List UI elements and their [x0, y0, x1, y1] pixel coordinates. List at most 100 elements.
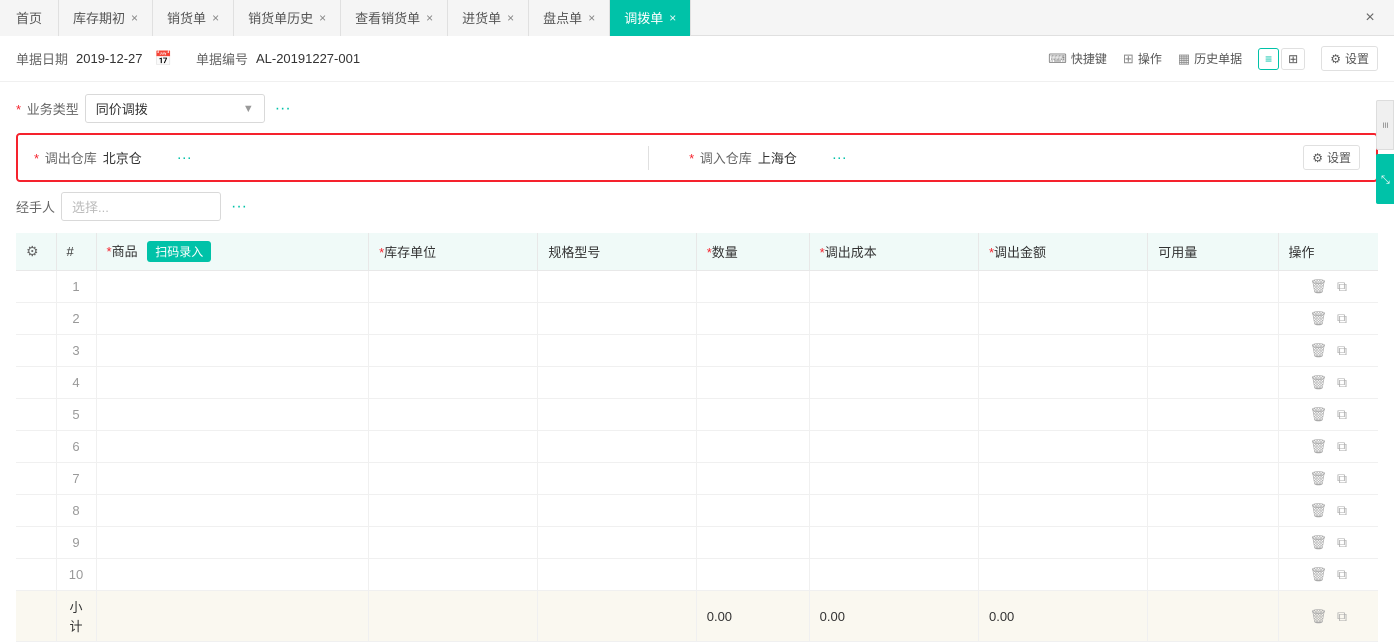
- td-unit[interactable]: [369, 527, 538, 559]
- td-available[interactable]: [1148, 271, 1278, 303]
- td-amount[interactable]: [978, 463, 1147, 495]
- business-type-select[interactable]: 同价调拨 ▼: [85, 94, 265, 123]
- td-qty[interactable]: [696, 303, 809, 335]
- calendar-icon[interactable]: 📅: [155, 50, 172, 67]
- td-cost[interactable]: [809, 559, 978, 591]
- td-qty[interactable]: [696, 367, 809, 399]
- td-spec[interactable]: [538, 463, 696, 495]
- td-amount[interactable]: [978, 559, 1147, 591]
- warehouse-in-more-icon[interactable]: ···: [832, 149, 847, 166]
- td-product[interactable]: [96, 271, 369, 303]
- row-delete-icon[interactable]: 🗑: [1310, 470, 1328, 487]
- row-delete-icon[interactable]: 🗑: [1310, 374, 1328, 391]
- warehouse-out-more-icon[interactable]: ···: [177, 149, 192, 166]
- td-spec[interactable]: [538, 527, 696, 559]
- td-qty[interactable]: [696, 495, 809, 527]
- layout-btn-list[interactable]: ≡: [1258, 48, 1279, 70]
- row-copy-icon[interactable]: ⧉: [1337, 534, 1347, 551]
- warehouse-settings-button[interactable]: ⚙ 设置: [1303, 145, 1360, 170]
- td-spec[interactable]: [538, 367, 696, 399]
- td-amount[interactable]: [978, 527, 1147, 559]
- td-product[interactable]: [96, 527, 369, 559]
- td-cost[interactable]: [809, 495, 978, 527]
- tab-sales-history[interactable]: 销货单历史 ×: [234, 0, 341, 36]
- row-copy-icon[interactable]: ⧉: [1337, 278, 1347, 295]
- row-copy-icon[interactable]: ⧉: [1337, 406, 1347, 423]
- td-available[interactable]: [1148, 495, 1278, 527]
- row-copy-icon[interactable]: ⧉: [1337, 310, 1347, 327]
- handler-select[interactable]: 选择...: [61, 192, 221, 221]
- close-window-button[interactable]: ×: [1354, 0, 1386, 36]
- td-qty[interactable]: [696, 431, 809, 463]
- tab-purchase[interactable]: 进货单 ×: [448, 0, 529, 36]
- row-copy-icon[interactable]: ⧉: [1337, 374, 1347, 391]
- subtotal-copy-icon[interactable]: ⧉: [1337, 608, 1347, 625]
- row-delete-icon[interactable]: 🗑: [1310, 278, 1328, 295]
- layout-btn-grid[interactable]: ⊞: [1281, 48, 1305, 70]
- close-tab-sales-order[interactable]: ×: [212, 11, 219, 25]
- td-qty[interactable]: [696, 399, 809, 431]
- tab-inventory[interactable]: 盘点单 ×: [529, 0, 610, 36]
- td-available[interactable]: [1148, 559, 1278, 591]
- td-product[interactable]: [96, 495, 369, 527]
- tab-sales-order[interactable]: 销货单 ×: [153, 0, 234, 36]
- td-cost[interactable]: [809, 335, 978, 367]
- td-unit[interactable]: [369, 463, 538, 495]
- table-settings-icon[interactable]: ⚙: [26, 243, 39, 259]
- td-product[interactable]: [96, 303, 369, 335]
- shortcut-action[interactable]: ⌨ 快捷键: [1048, 50, 1107, 67]
- row-copy-icon[interactable]: ⧉: [1337, 470, 1347, 487]
- td-qty[interactable]: [696, 559, 809, 591]
- td-spec[interactable]: [538, 399, 696, 431]
- td-unit[interactable]: [369, 271, 538, 303]
- td-spec[interactable]: [538, 303, 696, 335]
- td-amount[interactable]: [978, 431, 1147, 463]
- td-available[interactable]: [1148, 463, 1278, 495]
- td-available[interactable]: [1148, 335, 1278, 367]
- td-unit[interactable]: [369, 431, 538, 463]
- td-spec[interactable]: [538, 559, 696, 591]
- td-amount[interactable]: [978, 271, 1147, 303]
- right-panel-expand-btn[interactable]: ⤢: [1376, 154, 1394, 204]
- td-available[interactable]: [1148, 527, 1278, 559]
- td-amount[interactable]: [978, 367, 1147, 399]
- history-action[interactable]: ▦ 历史单据: [1178, 50, 1242, 67]
- row-copy-icon[interactable]: ⧉: [1337, 438, 1347, 455]
- subtotal-delete-icon[interactable]: 🗑: [1310, 608, 1328, 625]
- td-amount[interactable]: [978, 335, 1147, 367]
- right-panel-list-btn[interactable]: ≡: [1376, 100, 1394, 150]
- td-cost[interactable]: [809, 271, 978, 303]
- tab-home[interactable]: 首页: [0, 0, 59, 36]
- close-tab-inventory[interactable]: ×: [588, 11, 595, 25]
- td-spec[interactable]: [538, 271, 696, 303]
- row-delete-icon[interactable]: 🗑: [1310, 566, 1328, 583]
- row-copy-icon[interactable]: ⧉: [1337, 342, 1347, 359]
- row-delete-icon[interactable]: 🗑: [1310, 438, 1328, 455]
- row-delete-icon[interactable]: 🗑: [1310, 310, 1328, 327]
- td-amount[interactable]: [978, 495, 1147, 527]
- td-cost[interactable]: [809, 463, 978, 495]
- business-type-more-icon[interactable]: ···: [275, 100, 291, 118]
- td-product[interactable]: [96, 367, 369, 399]
- row-delete-icon[interactable]: 🗑: [1310, 406, 1328, 423]
- td-spec[interactable]: [538, 335, 696, 367]
- tab-inventory-init[interactable]: 库存期初 ×: [59, 0, 153, 36]
- td-cost[interactable]: [809, 431, 978, 463]
- td-qty[interactable]: [696, 271, 809, 303]
- td-unit[interactable]: [369, 559, 538, 591]
- td-qty[interactable]: [696, 527, 809, 559]
- row-delete-icon[interactable]: 🗑: [1310, 342, 1328, 359]
- td-cost[interactable]: [809, 303, 978, 335]
- close-tab-purchase[interactable]: ×: [507, 11, 514, 25]
- td-unit[interactable]: [369, 495, 538, 527]
- td-qty[interactable]: [696, 463, 809, 495]
- close-tab-sales-history[interactable]: ×: [319, 11, 326, 25]
- td-product[interactable]: [96, 463, 369, 495]
- tab-transfer[interactable]: 调拨单 ×: [610, 0, 691, 36]
- td-product[interactable]: [96, 559, 369, 591]
- settings-button[interactable]: ⚙ 设置: [1321, 46, 1378, 71]
- close-tab-inventory-init[interactable]: ×: [131, 11, 138, 25]
- td-cost[interactable]: [809, 527, 978, 559]
- row-delete-icon[interactable]: 🗑: [1310, 502, 1328, 519]
- td-available[interactable]: [1148, 367, 1278, 399]
